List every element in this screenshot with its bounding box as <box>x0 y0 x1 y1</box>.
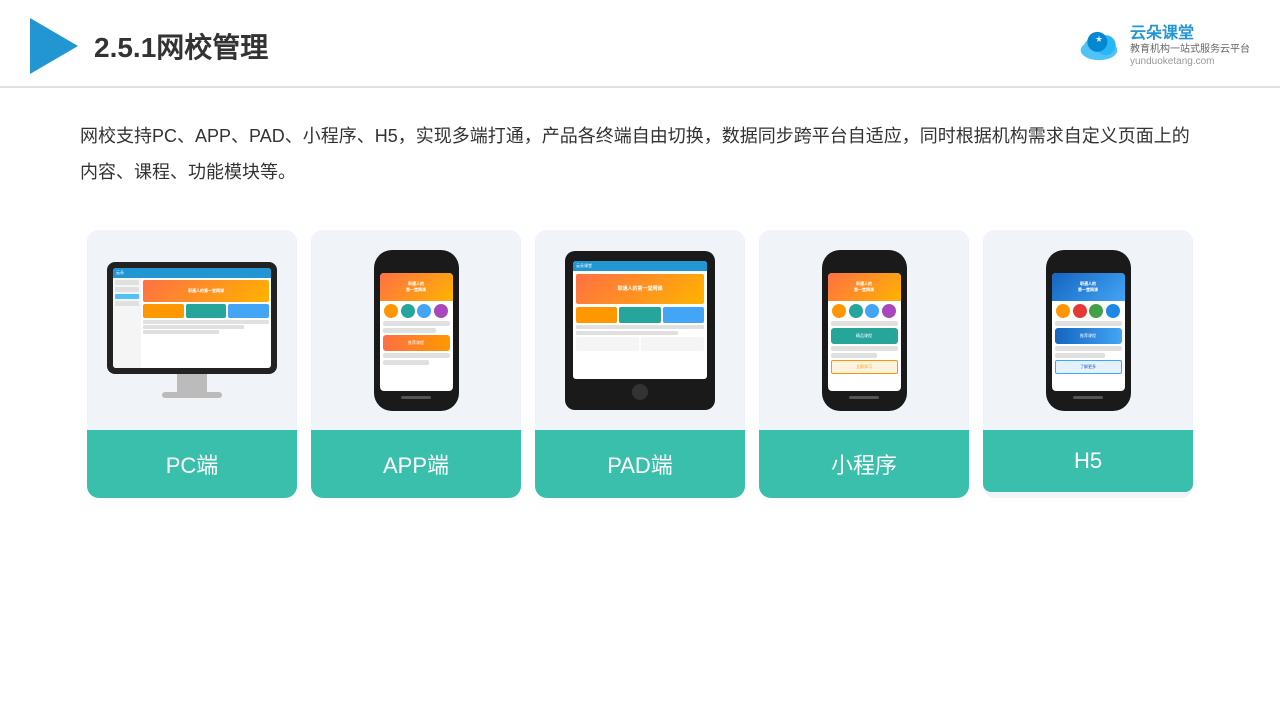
phone-mockup-mini: 职通人的第一堂网课 精品课程 <box>822 250 907 411</box>
card-pad-image: 云朵课堂 职通人的第一堂网课 <box>535 230 745 430</box>
card-h5-label: H5 <box>983 430 1193 492</box>
phone-mockup-h5: 职通人的第一堂网课 推荐课程 <box>1046 250 1131 411</box>
card-h5: 职通人的第一堂网课 推荐课程 <box>983 230 1193 498</box>
card-pad-label: PAD端 <box>535 430 745 498</box>
brand-text: 云朵课堂 教育机构一站式服务云平台 yunduoketang.com <box>1130 24 1250 67</box>
brand-url: yunduoketang.com <box>1130 56 1215 68</box>
description-paragraph: 网校支持PC、APP、PAD、小程序、H5，实现多端打通，产品各终端自由切换，数… <box>80 118 1200 190</box>
brand-logo: 云朵课堂 教育机构一站式服务云平台 yunduoketang.com <box>1074 24 1250 67</box>
logo-triangle-icon <box>30 18 78 74</box>
card-miniprogram: 职通人的第一堂网课 精品课程 <box>759 230 969 498</box>
header-left: 2.5.1网校管理 <box>30 18 268 74</box>
cards-container: 云朵 职通人的第一堂网课 <box>0 190 1280 498</box>
card-app: 职通人的第一堂网课 推荐课程 <box>311 230 521 498</box>
card-pc-image: 云朵 职通人的第一堂网课 <box>87 230 297 430</box>
card-app-image: 职通人的第一堂网课 推荐课程 <box>311 230 521 430</box>
card-pc-label: PC端 <box>87 430 297 498</box>
phone-mockup-app: 职通人的第一堂网课 推荐课程 <box>374 250 459 411</box>
brand-sub1: 教育机构一站式服务云平台 <box>1130 44 1250 56</box>
brand-name: 云朵课堂 <box>1130 24 1194 43</box>
card-h5-image: 职通人的第一堂网课 推荐课程 <box>983 230 1193 430</box>
card-pad: 云朵课堂 职通人的第一堂网课 <box>535 230 745 498</box>
card-app-label: APP端 <box>311 430 521 498</box>
page-title: 2.5.1网校管理 <box>94 26 268 66</box>
card-miniprogram-image: 职通人的第一堂网课 精品课程 <box>759 230 969 430</box>
card-pc: 云朵 职通人的第一堂网课 <box>87 230 297 498</box>
header: 2.5.1网校管理 云朵课堂 教育机构一站式服务云平台 yunduoketang… <box>0 0 1280 88</box>
cloud-icon <box>1074 28 1124 64</box>
card-miniprogram-label: 小程序 <box>759 430 969 498</box>
description-text: 网校支持PC、APP、PAD、小程序、H5，实现多端打通，产品各终端自由切换，数… <box>0 88 1280 190</box>
pc-mockup: 云朵 职通人的第一堂网课 <box>107 262 277 398</box>
tablet-mockup: 云朵课堂 职通人的第一堂网课 <box>565 251 715 410</box>
